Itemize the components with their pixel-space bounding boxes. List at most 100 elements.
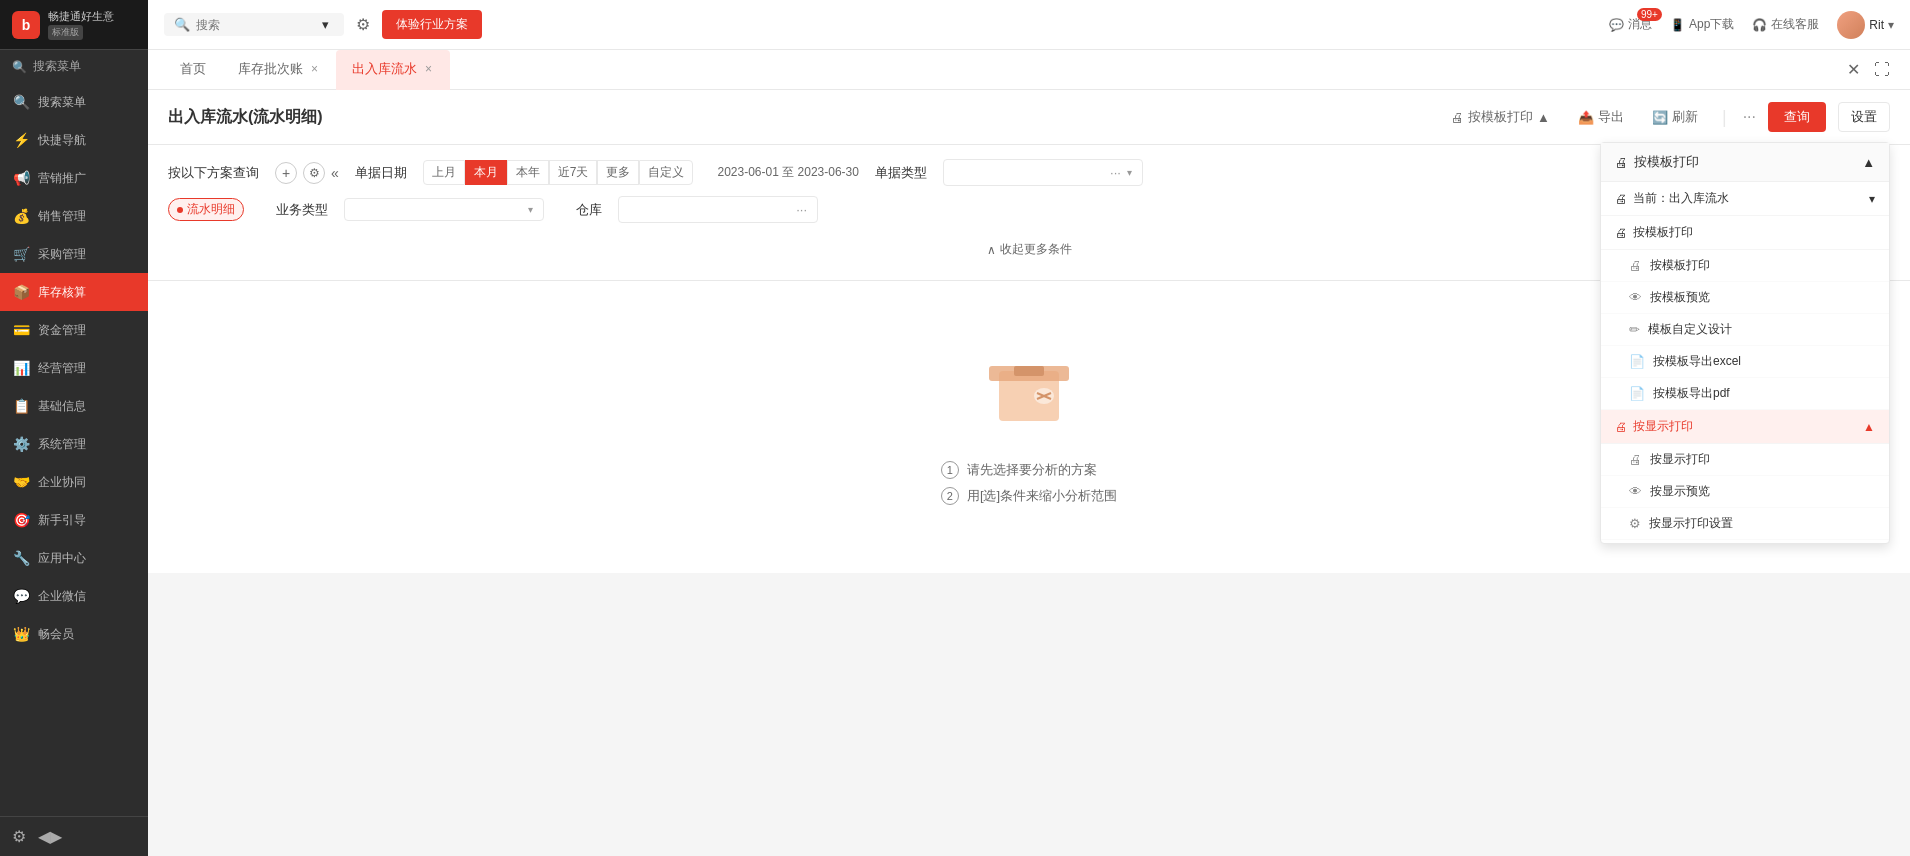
dropdown-item-display-preview[interactable]: 👁 按显示预览: [1601, 476, 1889, 508]
tab-inout-flow[interactable]: 出入库流水 ×: [336, 50, 450, 90]
topbar-right: 💬 消息 99+ 📱 App下载 🎧 在线客服 Rit ▾: [1609, 11, 1894, 39]
dropdown-item-template-excel[interactable]: 📄 按模板导出excel: [1601, 346, 1889, 378]
date-more[interactable]: 更多: [597, 160, 639, 185]
nav-icon-operations: 📊: [12, 359, 30, 377]
dropdown-item-display-print[interactable]: 🖨 按显示打印: [1601, 444, 1889, 476]
nav-label-operations: 经营管理: [38, 360, 86, 377]
online-service-button[interactable]: 🎧 在线客服: [1752, 16, 1819, 33]
user-avatar-area[interactable]: Rit ▾: [1837, 11, 1894, 39]
tab-inventory-batch-close[interactable]: ×: [309, 62, 320, 76]
dropdown-item-display-excel[interactable]: 📄 按显示导出excel: [1601, 540, 1889, 543]
sidebar-item-guide[interactable]: 🎯 新手引导: [0, 501, 148, 539]
tab-home[interactable]: 首页: [164, 50, 222, 90]
step-1-text: 请先选择要分析的方案: [967, 461, 1097, 479]
date-current-year[interactable]: 本年: [507, 160, 549, 185]
dropdown-item-template-custom[interactable]: ✏ 模板自定义设计: [1601, 314, 1889, 346]
date-last-7[interactable]: 近7天: [549, 160, 598, 185]
sidebar-item-basic-info[interactable]: 📋 基础信息: [0, 387, 148, 425]
print-expand-icon: ▲: [1537, 110, 1550, 125]
topbar-dropdown-icon[interactable]: ▾: [322, 17, 329, 32]
nav-icon-funds: 💳: [12, 321, 30, 339]
dropdown-item-template-preview[interactable]: 👁 按模板预览: [1601, 282, 1889, 314]
refresh-button[interactable]: 🔄 刷新: [1644, 104, 1706, 130]
dropdown-item-template-pdf[interactable]: 📄 按模板导出pdf: [1601, 378, 1889, 410]
sidebar-item-inventory[interactable]: 📦 库存核算: [0, 273, 148, 311]
topbar-search-wrap[interactable]: 🔍 ▾: [164, 13, 344, 36]
nav-icon-member: 👑: [12, 625, 30, 643]
dropdown-item-template-print[interactable]: 🖨 按模板打印: [1601, 250, 1889, 282]
nav-icon-sales: 💰: [12, 207, 30, 225]
sidebar-item-wechat[interactable]: 💬 企业微信: [0, 577, 148, 615]
date-filter-group: 上月 本月 本年 近7天 更多 自定义: [423, 160, 694, 185]
dropdown-display-print-section[interactable]: 🖨 按显示打印 ▲: [1601, 410, 1889, 444]
settings-icon[interactable]: ⚙: [12, 827, 26, 846]
step-1-number: 1: [941, 461, 959, 479]
sidebar-item-funds[interactable]: 💳 资金管理: [0, 311, 148, 349]
user-dropdown-icon[interactable]: ▾: [1888, 18, 1894, 32]
nav-icon-app-center: 🔧: [12, 549, 30, 567]
sidebar-item-quick-nav[interactable]: ⚡ 快捷导航: [0, 121, 148, 159]
close-window-icon[interactable]: ✕: [1843, 56, 1864, 83]
display-preview-icon: 👁: [1629, 484, 1642, 499]
tab-inout-flow-close[interactable]: ×: [423, 62, 434, 76]
date-current-month[interactable]: 本月: [465, 160, 507, 185]
settings-button[interactable]: 设置: [1838, 102, 1890, 132]
dropdown-header: 🖨 按模板打印 ▲: [1601, 143, 1889, 182]
sidebar-item-system[interactable]: ⚙️ 系统管理: [0, 425, 148, 463]
business-type-select[interactable]: ▾: [344, 198, 544, 221]
query-button[interactable]: 查询: [1768, 102, 1826, 132]
sidebar-item-member[interactable]: 👑 畅会员: [0, 615, 148, 653]
tag-dot-icon: [177, 207, 183, 213]
app-download-button[interactable]: 📱 App下载: [1670, 16, 1734, 33]
sidebar-item-marketing[interactable]: 📢 营销推广: [0, 159, 148, 197]
sidebar-item-enterprise[interactable]: 🤝 企业协同: [0, 463, 148, 501]
sidebar-item-purchase[interactable]: 🛒 采购管理: [0, 235, 148, 273]
industry-solution-button[interactable]: 体验行业方案: [382, 10, 482, 39]
bill-type-select[interactable]: ··· ▾: [943, 159, 1143, 186]
messages-button[interactable]: 💬 消息 99+: [1609, 16, 1652, 33]
step-2-text: 用[选]条件来缩小分析范围: [967, 487, 1117, 505]
date-custom[interactable]: 自定义: [639, 160, 693, 185]
empty-state-icon: [979, 341, 1079, 441]
svg-rect-2: [1014, 366, 1044, 376]
print-template-button[interactable]: 🖨 按模板打印 ▲: [1443, 104, 1558, 130]
current-icon: 🖨: [1615, 192, 1627, 206]
tabbar: 首页 库存批次账 × 出入库流水 × ✕ ⛶: [148, 50, 1910, 90]
dropdown-print-icon: 🖨: [1615, 155, 1628, 170]
warehouse-select[interactable]: ···: [618, 196, 818, 223]
dropdown-current-item[interactable]: 🖨 当前：出入库流水 ▾: [1601, 182, 1889, 216]
sidebar-nav: 🔍 搜索菜单 ⚡ 快捷导航 📢 营销推广 💰 销售管理 🛒 采购管理 📦 库存核…: [0, 83, 148, 816]
filter-collapse-button[interactable]: «: [331, 165, 339, 181]
expand-window-icon[interactable]: ⛶: [1870, 57, 1894, 83]
sidebar-bottom: ⚙ ◀▶: [0, 816, 148, 856]
nav-label-system: 系统管理: [38, 436, 86, 453]
sidebar-search-label: 搜索菜单: [33, 58, 81, 75]
sidebar-item-app-center[interactable]: 🔧 应用中心: [0, 539, 148, 577]
collapse-sidebar-icon[interactable]: ◀▶: [38, 827, 62, 846]
logo-name: 畅捷通好生意: [48, 9, 114, 23]
more-actions-icon[interactable]: ···: [1743, 108, 1756, 126]
main-area: 🔍 ▾ ⚙ 体验行业方案 💬 消息 99+ 📱 App下载 🎧 在线客服: [148, 0, 1910, 856]
nav-label-basic-info: 基础信息: [38, 398, 86, 415]
template-preview-icon: 👁: [1629, 290, 1642, 305]
sidebar-item-sales[interactable]: 💰 销售管理: [0, 197, 148, 235]
export-icon: 📤: [1578, 110, 1594, 125]
topbar-search-input[interactable]: [196, 18, 316, 32]
nav-icon-purchase: 🛒: [12, 245, 30, 263]
sidebar-item-operations[interactable]: 📊 经营管理: [0, 349, 148, 387]
tab-inventory-batch[interactable]: 库存批次账 ×: [222, 50, 336, 90]
page-header: 出入库流水(流水明细) 🖨 按模板打印 ▲ 📤 导出 🔄 刷新 | ···: [148, 90, 1910, 145]
collapse-label: 收起更多条件: [1000, 241, 1072, 258]
filter-add-button[interactable]: +: [275, 162, 297, 184]
filter-gear-button[interactable]: ⚙: [303, 162, 325, 184]
export-button[interactable]: 📤 导出: [1570, 104, 1632, 130]
dropdown-template-print-section[interactable]: 🖨 按模板打印: [1601, 216, 1889, 250]
display-print-icon: 🖨: [1629, 452, 1642, 467]
nav-icon-basic-info: 📋: [12, 397, 30, 415]
topbar-gear-icon[interactable]: ⚙: [356, 15, 370, 34]
bill-type-arrow-icon: ▾: [1127, 167, 1132, 178]
sidebar-search[interactable]: 🔍 搜索菜单: [0, 50, 148, 83]
sidebar-item-search[interactable]: 🔍 搜索菜单: [0, 83, 148, 121]
dropdown-item-display-settings[interactable]: ⚙ 按显示打印设置: [1601, 508, 1889, 540]
date-last-month[interactable]: 上月: [423, 160, 465, 185]
